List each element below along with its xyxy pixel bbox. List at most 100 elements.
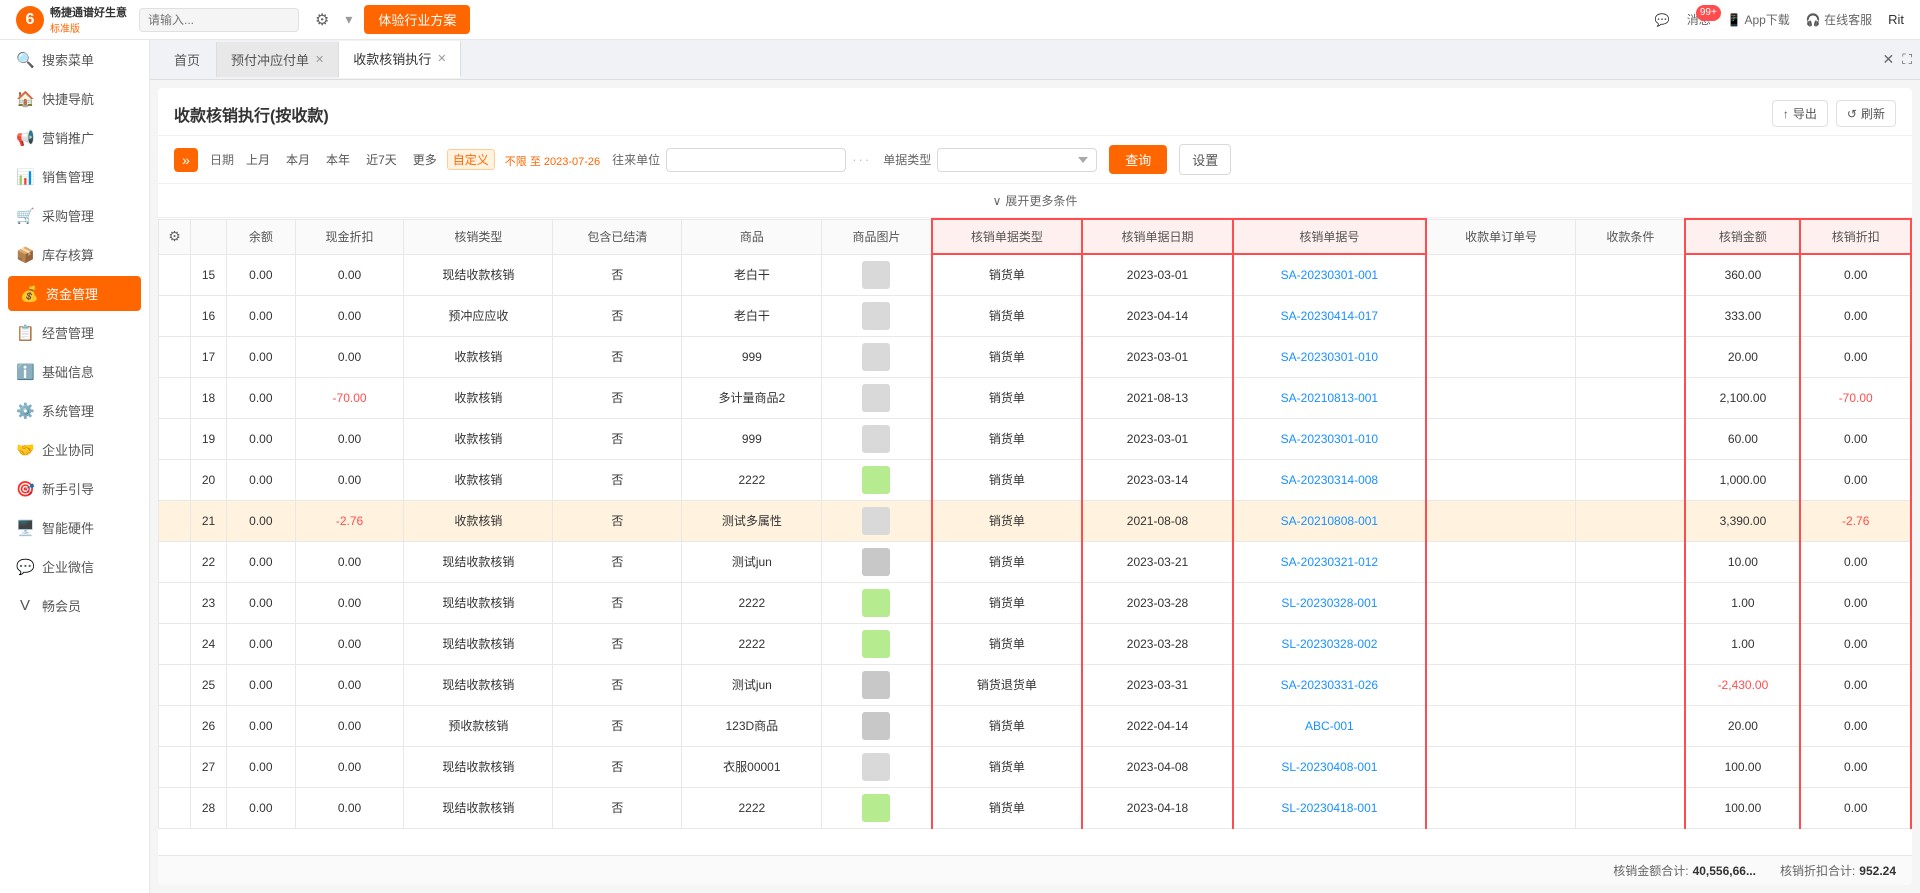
- export-button[interactable]: ↑ 导出: [1772, 100, 1828, 127]
- col-cancel-bill-no-cell[interactable]: SA-20210813-001: [1233, 377, 1426, 418]
- refresh-button[interactable]: ↺ 刷新: [1836, 100, 1896, 127]
- sidebar-item-purchase[interactable]: 🛒 采购管理: [0, 196, 149, 235]
- col-receipt-order-cell: [1426, 664, 1576, 705]
- trial-industry-button[interactable]: 体验行业方案: [364, 5, 470, 34]
- sidebar-item-vip[interactable]: V 畅会员: [0, 586, 149, 625]
- col-cancel-bill-no-cell[interactable]: SL-20230408-001: [1233, 746, 1426, 787]
- chart-icon: 📊: [16, 168, 34, 186]
- notification-bell[interactable]: 💬 99+ 消息: [1655, 11, 1711, 28]
- sidebar-item-marketing[interactable]: 📢 营销推广: [0, 118, 149, 157]
- table-row: 22 0.00 0.00 现结收款核销 否 测试jun 销货单 2023-03-…: [159, 541, 1912, 582]
- cancel-bill-no-link[interactable]: SL-20230328-001: [1281, 596, 1377, 610]
- cancel-bill-no-link[interactable]: SA-20230414-017: [1281, 309, 1378, 323]
- partner-more-icon[interactable]: ···: [852, 152, 871, 167]
- col-goods-cell: 999: [682, 418, 822, 459]
- cancel-bill-no-link[interactable]: SL-20230408-001: [1281, 760, 1377, 774]
- col-cancel-bill-no-cell[interactable]: SL-20230418-001: [1233, 787, 1426, 828]
- expand-conditions-button[interactable]: ∨ 展开更多条件: [989, 188, 1082, 213]
- date-7-days[interactable]: 近7天: [360, 149, 403, 170]
- online-service-link[interactable]: 🎧 在线客服: [1806, 11, 1872, 28]
- sidebar-item-system[interactable]: ⚙️ 系统管理: [0, 391, 149, 430]
- tab-cancel-exec[interactable]: 收款核销执行 ✕: [339, 41, 461, 78]
- tab-maximize-icon[interactable]: ⛶: [1902, 51, 1912, 68]
- partner-input[interactable]: [666, 148, 846, 172]
- cancel-bill-no-link[interactable]: SA-20230321-012: [1281, 555, 1378, 569]
- query-button[interactable]: 查询: [1109, 145, 1167, 174]
- col-cancel-type-cell: 预收款核销: [404, 705, 553, 746]
- top-search-input[interactable]: [139, 8, 299, 32]
- col-cancel-discount-cell: -2.76: [1800, 500, 1911, 541]
- col-cancel-bill-no-cell[interactable]: ABC-001: [1233, 705, 1426, 746]
- col-cancel-amount-cell: 20.00: [1685, 336, 1800, 377]
- settings-button[interactable]: 设置: [1179, 144, 1231, 175]
- col-receipt-condition-cell: [1576, 746, 1686, 787]
- sidebar-item-guide[interactable]: 🎯 新手引导: [0, 469, 149, 508]
- sidebar-item-search[interactable]: 🔍 搜索菜单: [0, 40, 149, 79]
- cancel-bill-no-link[interactable]: SA-20230301-010: [1281, 432, 1378, 446]
- col-cancel-bill-no-cell[interactable]: SA-20230414-017: [1233, 295, 1426, 336]
- tab-home[interactable]: 首页: [158, 42, 217, 77]
- tab-prepay-close-icon[interactable]: ✕: [315, 53, 324, 66]
- cancel-bill-no-link[interactable]: ABC-001: [1305, 719, 1354, 733]
- col-cash-discount-cell: 0.00: [295, 418, 404, 459]
- col-receipt-order-header: 收款单订单号: [1426, 219, 1576, 254]
- settings-gear-icon[interactable]: ⚙: [315, 10, 329, 30]
- col-cancel-bill-no-cell[interactable]: SA-20230321-012: [1233, 541, 1426, 582]
- cancel-bill-no-link[interactable]: SL-20230328-002: [1281, 637, 1377, 651]
- tab-prepay[interactable]: 预付冲应付单 ✕: [217, 42, 339, 77]
- sidebar-item-collab[interactable]: 🤝 企业协同: [0, 430, 149, 469]
- col-include-settled-cell: 否: [553, 336, 682, 377]
- tab-cancel-exec-close-icon[interactable]: ✕: [437, 52, 446, 65]
- filter-partner-section: 往来单位 ···: [612, 148, 871, 172]
- date-this-month[interactable]: 本月: [280, 149, 316, 170]
- cancel-bill-no-link[interactable]: SA-20230331-026: [1281, 678, 1378, 692]
- cancel-bill-no-link[interactable]: SA-20230301-001: [1281, 268, 1378, 282]
- col-cancel-bill-type-cell: 销货单: [932, 377, 1083, 418]
- app-download-link[interactable]: 📱 App下载: [1727, 11, 1790, 28]
- user-profile[interactable]: Rit: [1888, 12, 1904, 27]
- col-cancel-amount-cell: 3,390.00: [1685, 500, 1800, 541]
- bill-type-select[interactable]: [937, 148, 1097, 172]
- sidebar-item-basic[interactable]: ℹ️ 基础信息: [0, 352, 149, 391]
- col-include-settled-cell: 否: [553, 418, 682, 459]
- sidebar-item-hardware[interactable]: 🖥️ 智能硬件: [0, 508, 149, 547]
- cancel-bill-no-link[interactable]: SA-20210808-001: [1281, 514, 1378, 528]
- table-row: 25 0.00 0.00 现结收款核销 否 测试jun 销货退货单 2023-0…: [159, 664, 1912, 705]
- cancel-bill-no-link[interactable]: SA-20230314-008: [1281, 473, 1378, 487]
- sidebar-item-weixin[interactable]: 💬 企业微信: [0, 547, 149, 586]
- col-cancel-bill-type-cell: 销货单: [932, 254, 1083, 295]
- col-cancel-amount-cell: 20.00: [1685, 705, 1800, 746]
- sidebar-item-finance[interactable]: 💰 资金管理: [8, 276, 141, 311]
- cancel-bill-no-link[interactable]: SA-20210813-001: [1281, 391, 1378, 405]
- main-table: ⚙ 余额 现金折扣 核销类型 包含已结清 商品 商品图片 核销单据类型 核销单据…: [158, 218, 1912, 829]
- col-cancel-bill-no-cell[interactable]: SA-20230331-026: [1233, 664, 1426, 705]
- date-this-year[interactable]: 本年: [320, 149, 356, 170]
- col-receipt-condition-header: 收款条件: [1576, 219, 1686, 254]
- date-custom[interactable]: 自定义: [447, 149, 495, 170]
- sidebar-item-sales[interactable]: 📊 销售管理: [0, 157, 149, 196]
- date-last-month[interactable]: 上月: [240, 149, 276, 170]
- col-cancel-bill-no-cell[interactable]: SA-20230314-008: [1233, 459, 1426, 500]
- date-more[interactable]: 更多: [407, 149, 443, 170]
- col-cancel-bill-no-cell[interactable]: SL-20230328-002: [1233, 623, 1426, 664]
- col-balance-cell: 0.00: [227, 705, 296, 746]
- col-seq-cell: 22: [191, 541, 227, 582]
- col-cancel-bill-no-cell[interactable]: SA-20230301-010: [1233, 336, 1426, 377]
- col-cancel-bill-no-cell[interactable]: SA-20230301-001: [1233, 254, 1426, 295]
- col-cancel-bill-no-cell[interactable]: SA-20230301-010: [1233, 418, 1426, 459]
- col-cancel-bill-no-cell[interactable]: SL-20230328-001: [1233, 582, 1426, 623]
- sidebar-item-quicknav[interactable]: 🏠 快捷导航: [0, 79, 149, 118]
- box-icon: 📦: [16, 246, 34, 264]
- dropdown-arrow-icon[interactable]: ▾: [345, 11, 352, 28]
- cancel-bill-no-link[interactable]: SA-20230301-010: [1281, 350, 1378, 364]
- device-icon: 🖥️: [16, 519, 34, 537]
- col-settings-icon[interactable]: ⚙: [168, 228, 181, 244]
- sidebar-item-inventory[interactable]: 📦 库存核算: [0, 235, 149, 274]
- col-cancel-type-cell: 现结收款核销: [404, 664, 553, 705]
- sidebar-item-management[interactable]: 📋 经营管理: [0, 313, 149, 352]
- filter-toggle-button[interactable]: »: [174, 148, 198, 172]
- col-cancel-bill-no-cell[interactable]: SA-20210808-001: [1233, 500, 1426, 541]
- cancel-bill-no-link[interactable]: SL-20230418-001: [1281, 801, 1377, 815]
- col-goods-img-cell: [822, 787, 932, 828]
- tab-close-window-icon[interactable]: ✕: [1882, 51, 1894, 68]
